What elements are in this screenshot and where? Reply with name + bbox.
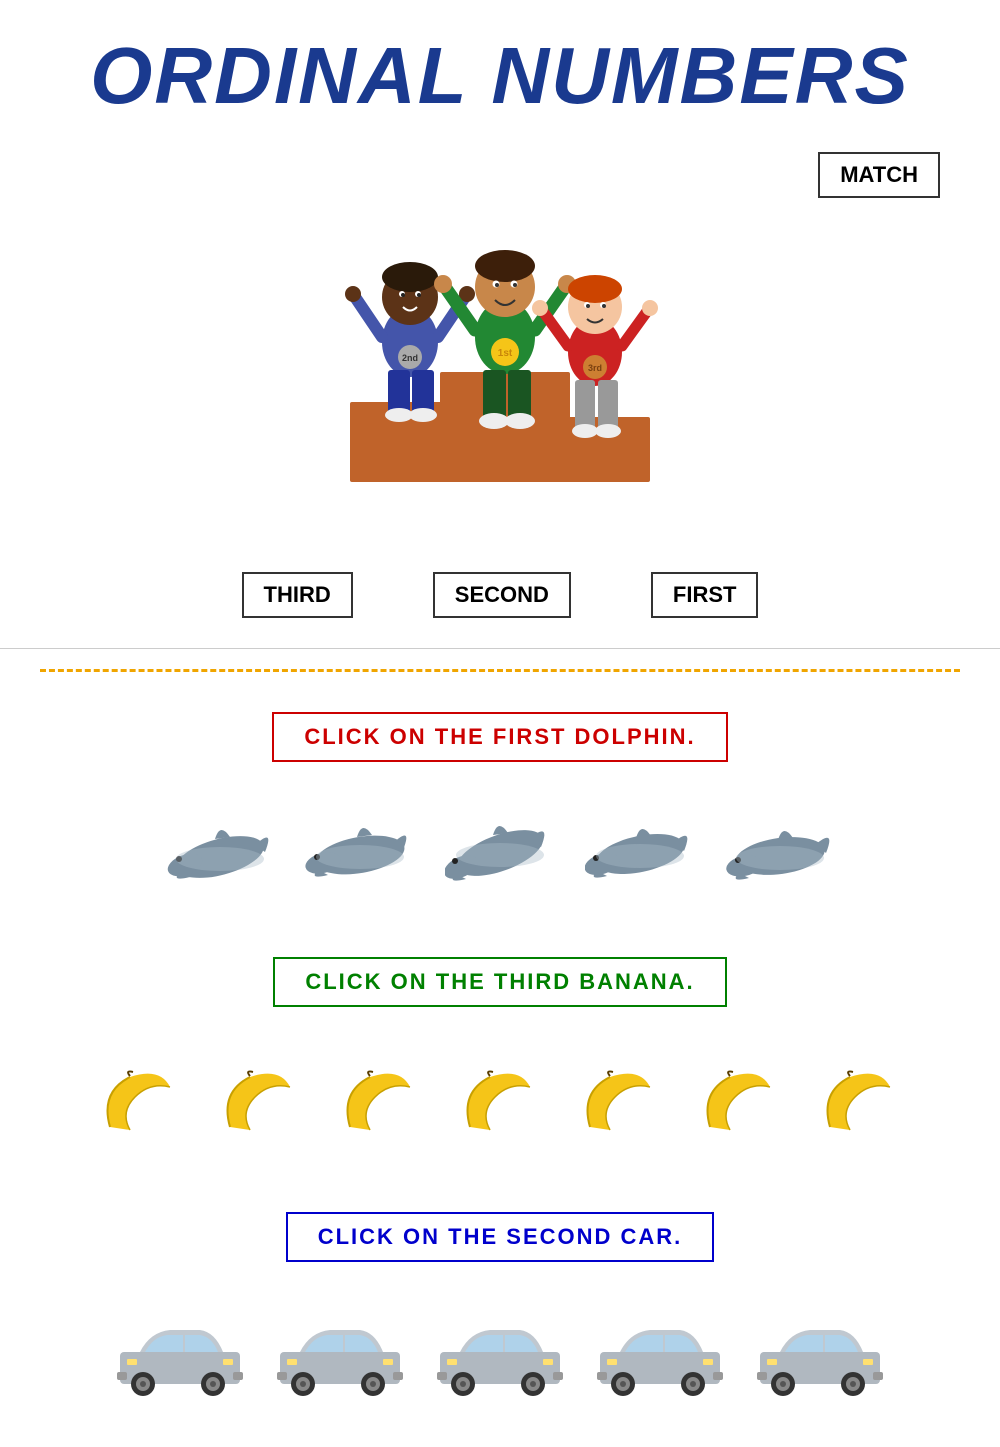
top-section: 2nd 1st (0, 132, 1000, 542)
banana-5-svg (575, 1062, 665, 1142)
car-4[interactable] (595, 1317, 725, 1397)
dolphin-1[interactable] (165, 817, 275, 887)
car-1[interactable] (115, 1317, 245, 1397)
banana-7-svg (815, 1062, 905, 1142)
banana-1-svg (95, 1062, 185, 1142)
dolphin-4[interactable] (585, 817, 695, 887)
dolphin-5-svg (725, 817, 835, 887)
car-exercise: CLICK ON THE SECOND CAR. (0, 1192, 1000, 1447)
dolphin-exercise: CLICK ON THE FIRST DOLPHIN. (0, 692, 1000, 937)
car-instruction: CLICK ON THE SECOND CAR. (286, 1212, 715, 1262)
dolphin-3[interactable] (445, 817, 555, 887)
banana-instruction-wrapper: CLICK ON THE THIRD BANANA. (40, 957, 960, 1032)
dolphin-instruction: CLICK ON THE FIRST DOLPHIN. (272, 712, 727, 762)
banana-5[interactable] (575, 1062, 665, 1142)
car-2-svg (275, 1317, 405, 1397)
car-row (40, 1307, 960, 1407)
match-button[interactable]: MATCH (818, 152, 940, 198)
banana-6-svg (695, 1062, 785, 1142)
dolphin-row (40, 807, 960, 897)
dotted-divider (40, 669, 960, 672)
dolphin-2-svg (305, 817, 415, 887)
banana-6[interactable] (695, 1062, 785, 1142)
car-5[interactable] (755, 1317, 885, 1397)
word-first[interactable]: FIRST (651, 572, 759, 618)
banana-2-svg (215, 1062, 305, 1142)
banana-row (40, 1052, 960, 1152)
car-5-svg (755, 1317, 885, 1397)
dolphin-1-svg (165, 817, 275, 887)
dolphin-instruction-wrapper: CLICK ON THE FIRST DOLPHIN. (40, 712, 960, 787)
svg-text:2nd: 2nd (402, 353, 418, 363)
car-1-svg (115, 1317, 245, 1397)
banana-4-svg (455, 1062, 545, 1142)
dolphin-3-svg (445, 817, 555, 887)
banana-7[interactable] (815, 1062, 905, 1142)
banana-instruction: CLICK ON THE THIRD BANANA. (273, 957, 726, 1007)
banana-2[interactable] (215, 1062, 305, 1142)
word-second[interactable]: SECOND (433, 572, 571, 618)
car-instruction-wrapper: CLICK ON THE SECOND CAR. (40, 1212, 960, 1287)
dolphin-5[interactable] (725, 817, 835, 887)
car-2[interactable] (275, 1317, 405, 1397)
banana-1[interactable] (95, 1062, 185, 1142)
podium-svg: 2nd 1st (270, 142, 730, 512)
word-third[interactable]: THIRD (242, 572, 353, 618)
car-4-svg (595, 1317, 725, 1397)
banana-3-svg (335, 1062, 425, 1142)
car-3[interactable] (435, 1317, 565, 1397)
banana-exercise: CLICK ON THE THIRD BANANA. (0, 937, 1000, 1192)
title-section: ORDINAL NUMBERS (0, 0, 1000, 132)
words-section: THIRD SECOND FIRST (0, 542, 1000, 649)
banana-3[interactable] (335, 1062, 425, 1142)
svg-text:1st: 1st (498, 348, 513, 359)
svg-text:3rd: 3rd (588, 363, 602, 373)
page-title: ORDINAL NUMBERS (20, 30, 980, 122)
banana-4[interactable] (455, 1062, 545, 1142)
dolphin-2[interactable] (305, 817, 415, 887)
podium-image: 2nd 1st (270, 142, 730, 512)
car-3-svg (435, 1317, 565, 1397)
dolphin-4-svg (585, 817, 695, 887)
